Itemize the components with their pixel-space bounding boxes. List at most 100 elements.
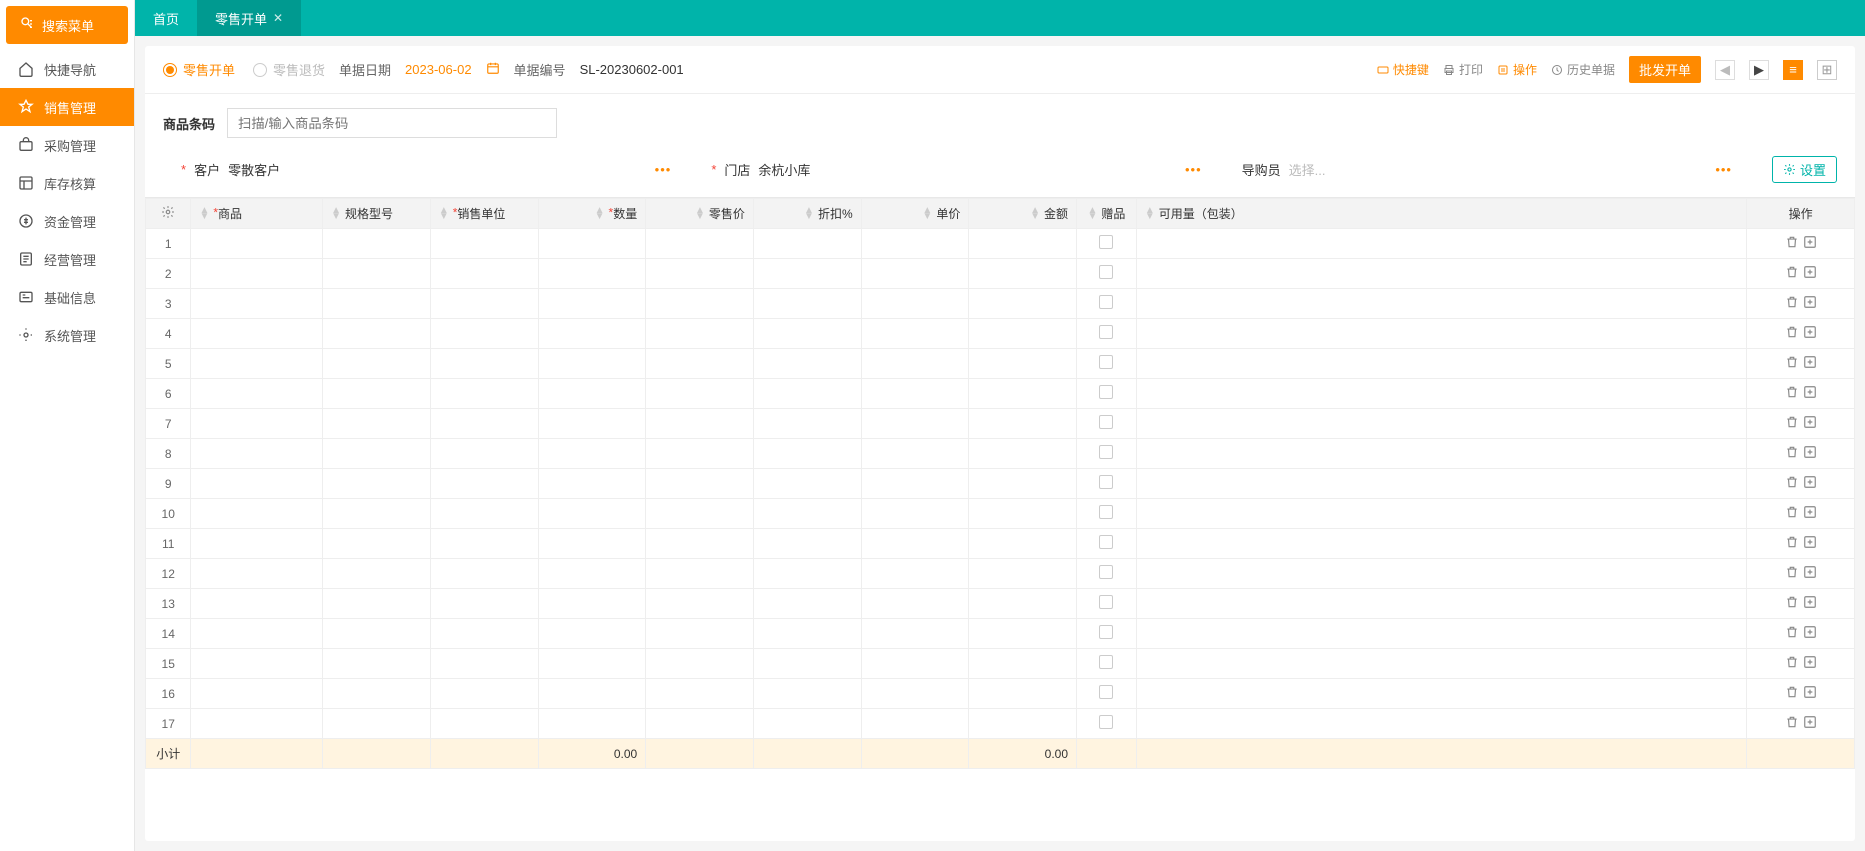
col-unit[interactable]: ▲▼*销售单位 (430, 199, 538, 229)
col-gift[interactable]: ▲▼赠品 (1077, 199, 1137, 229)
delete-row-icon[interactable] (1785, 418, 1799, 432)
col-retail[interactable]: ▲▼零售价 (646, 199, 754, 229)
table-row[interactable]: 1 (146, 229, 1855, 259)
add-row-icon[interactable] (1803, 388, 1817, 402)
guide-picker-icon[interactable]: ••• (1715, 162, 1732, 177)
sidebar-item-system[interactable]: 系统管理 (0, 316, 134, 354)
sidebar-item-sales[interactable]: 销售管理 (0, 88, 134, 126)
gift-checkbox[interactable] (1099, 475, 1113, 489)
add-row-icon[interactable] (1803, 238, 1817, 252)
radio-retail-order[interactable]: 零售开单 (163, 60, 235, 79)
sidebar-item-purchase[interactable]: 采购管理 (0, 126, 134, 164)
gift-checkbox[interactable] (1099, 595, 1113, 609)
table-row[interactable]: 10 (146, 499, 1855, 529)
col-amount[interactable]: ▲▼金额 (969, 199, 1077, 229)
tab-零售开单[interactable]: 零售开单✕ (197, 0, 301, 36)
delete-row-icon[interactable] (1785, 628, 1799, 642)
customer-field[interactable]: * 客户 零散客户 ••• (181, 160, 671, 179)
gift-checkbox[interactable] (1099, 295, 1113, 309)
sidebar-item-inventory[interactable]: 库存核算 (0, 164, 134, 202)
delete-row-icon[interactable] (1785, 388, 1799, 402)
add-row-icon[interactable] (1803, 718, 1817, 732)
operate-button[interactable]: 操作 (1497, 61, 1537, 78)
table-row[interactable]: 3 (146, 289, 1855, 319)
gift-checkbox[interactable] (1099, 325, 1113, 339)
delete-row-icon[interactable] (1785, 238, 1799, 252)
search-menu-button[interactable]: 搜索菜单 (6, 6, 128, 44)
col-spec[interactable]: ▲▼规格型号 (323, 199, 431, 229)
print-button[interactable]: 打印 (1443, 61, 1483, 78)
gift-checkbox[interactable] (1099, 655, 1113, 669)
delete-row-icon[interactable] (1785, 508, 1799, 522)
layout-toggle-icon[interactable]: ≡ (1783, 60, 1803, 80)
table-row[interactable]: 8 (146, 439, 1855, 469)
add-row-icon[interactable] (1803, 598, 1817, 612)
add-row-icon[interactable] (1803, 688, 1817, 702)
table-row[interactable]: 13 (146, 589, 1855, 619)
gift-checkbox[interactable] (1099, 415, 1113, 429)
add-row-icon[interactable] (1803, 268, 1817, 282)
sidebar-item-home[interactable]: 快捷导航 (0, 50, 134, 88)
gift-checkbox[interactable] (1099, 235, 1113, 249)
add-row-icon[interactable] (1803, 658, 1817, 672)
gift-checkbox[interactable] (1099, 715, 1113, 729)
add-row-icon[interactable] (1803, 448, 1817, 462)
sidebar-item-biz[interactable]: 经营管理 (0, 240, 134, 278)
col-price[interactable]: ▲▼单价 (861, 199, 969, 229)
add-row-icon[interactable] (1803, 538, 1817, 552)
delete-row-icon[interactable] (1785, 298, 1799, 312)
next-doc-button[interactable]: ▶ (1749, 60, 1769, 80)
add-row-icon[interactable] (1803, 568, 1817, 582)
add-row-icon[interactable] (1803, 328, 1817, 342)
delete-row-icon[interactable] (1785, 718, 1799, 732)
history-button[interactable]: 历史单据 (1551, 61, 1615, 78)
col-discount[interactable]: ▲▼折扣% (753, 199, 861, 229)
table-row[interactable]: 9 (146, 469, 1855, 499)
gift-checkbox[interactable] (1099, 535, 1113, 549)
table-row[interactable]: 12 (146, 559, 1855, 589)
table-row[interactable]: 7 (146, 409, 1855, 439)
doc-date-value[interactable]: 2023-06-02 (405, 62, 472, 77)
table-row[interactable]: 11 (146, 529, 1855, 559)
gift-checkbox[interactable] (1099, 505, 1113, 519)
gift-checkbox[interactable] (1099, 265, 1113, 279)
customer-picker-icon[interactable]: ••• (655, 162, 672, 177)
gift-checkbox[interactable] (1099, 355, 1113, 369)
add-row-icon[interactable] (1803, 628, 1817, 642)
delete-row-icon[interactable] (1785, 688, 1799, 702)
gift-checkbox[interactable] (1099, 445, 1113, 459)
add-row-icon[interactable] (1803, 478, 1817, 492)
radio-retail-return[interactable]: 零售退货 (253, 60, 325, 79)
delete-row-icon[interactable] (1785, 538, 1799, 552)
store-picker-icon[interactable]: ••• (1185, 162, 1202, 177)
table-row[interactable]: 15 (146, 649, 1855, 679)
add-row-icon[interactable] (1803, 418, 1817, 432)
bulk-order-button[interactable]: 批发开单 (1629, 56, 1701, 83)
store-field[interactable]: * 门店 余杭小库 ••• (711, 160, 1201, 179)
add-row-icon[interactable] (1803, 508, 1817, 522)
col-available[interactable]: ▲▼可用量（包装） (1136, 199, 1746, 229)
col-gear[interactable] (146, 199, 191, 229)
gift-checkbox[interactable] (1099, 385, 1113, 399)
sidebar-item-fund[interactable]: 资金管理 (0, 202, 134, 240)
guide-field[interactable]: 导购员 选择... ••• (1242, 160, 1732, 179)
calendar-icon[interactable] (486, 61, 500, 78)
settings-button[interactable]: 设置 (1772, 156, 1837, 183)
sidebar-item-base[interactable]: 基础信息 (0, 278, 134, 316)
table-row[interactable]: 16 (146, 679, 1855, 709)
gift-checkbox[interactable] (1099, 625, 1113, 639)
table-row[interactable]: 6 (146, 379, 1855, 409)
table-row[interactable]: 14 (146, 619, 1855, 649)
table-row[interactable]: 5 (146, 349, 1855, 379)
barcode-input[interactable] (227, 108, 557, 138)
tab-首页[interactable]: 首页 (135, 0, 197, 36)
gift-checkbox[interactable] (1099, 565, 1113, 579)
grid-toggle-icon[interactable]: ⊞ (1817, 60, 1837, 80)
shortcut-button[interactable]: 快捷键 (1377, 61, 1429, 78)
table-row[interactable]: 17 (146, 709, 1855, 739)
delete-row-icon[interactable] (1785, 328, 1799, 342)
delete-row-icon[interactable] (1785, 358, 1799, 372)
table-row[interactable]: 4 (146, 319, 1855, 349)
delete-row-icon[interactable] (1785, 598, 1799, 612)
delete-row-icon[interactable] (1785, 658, 1799, 672)
